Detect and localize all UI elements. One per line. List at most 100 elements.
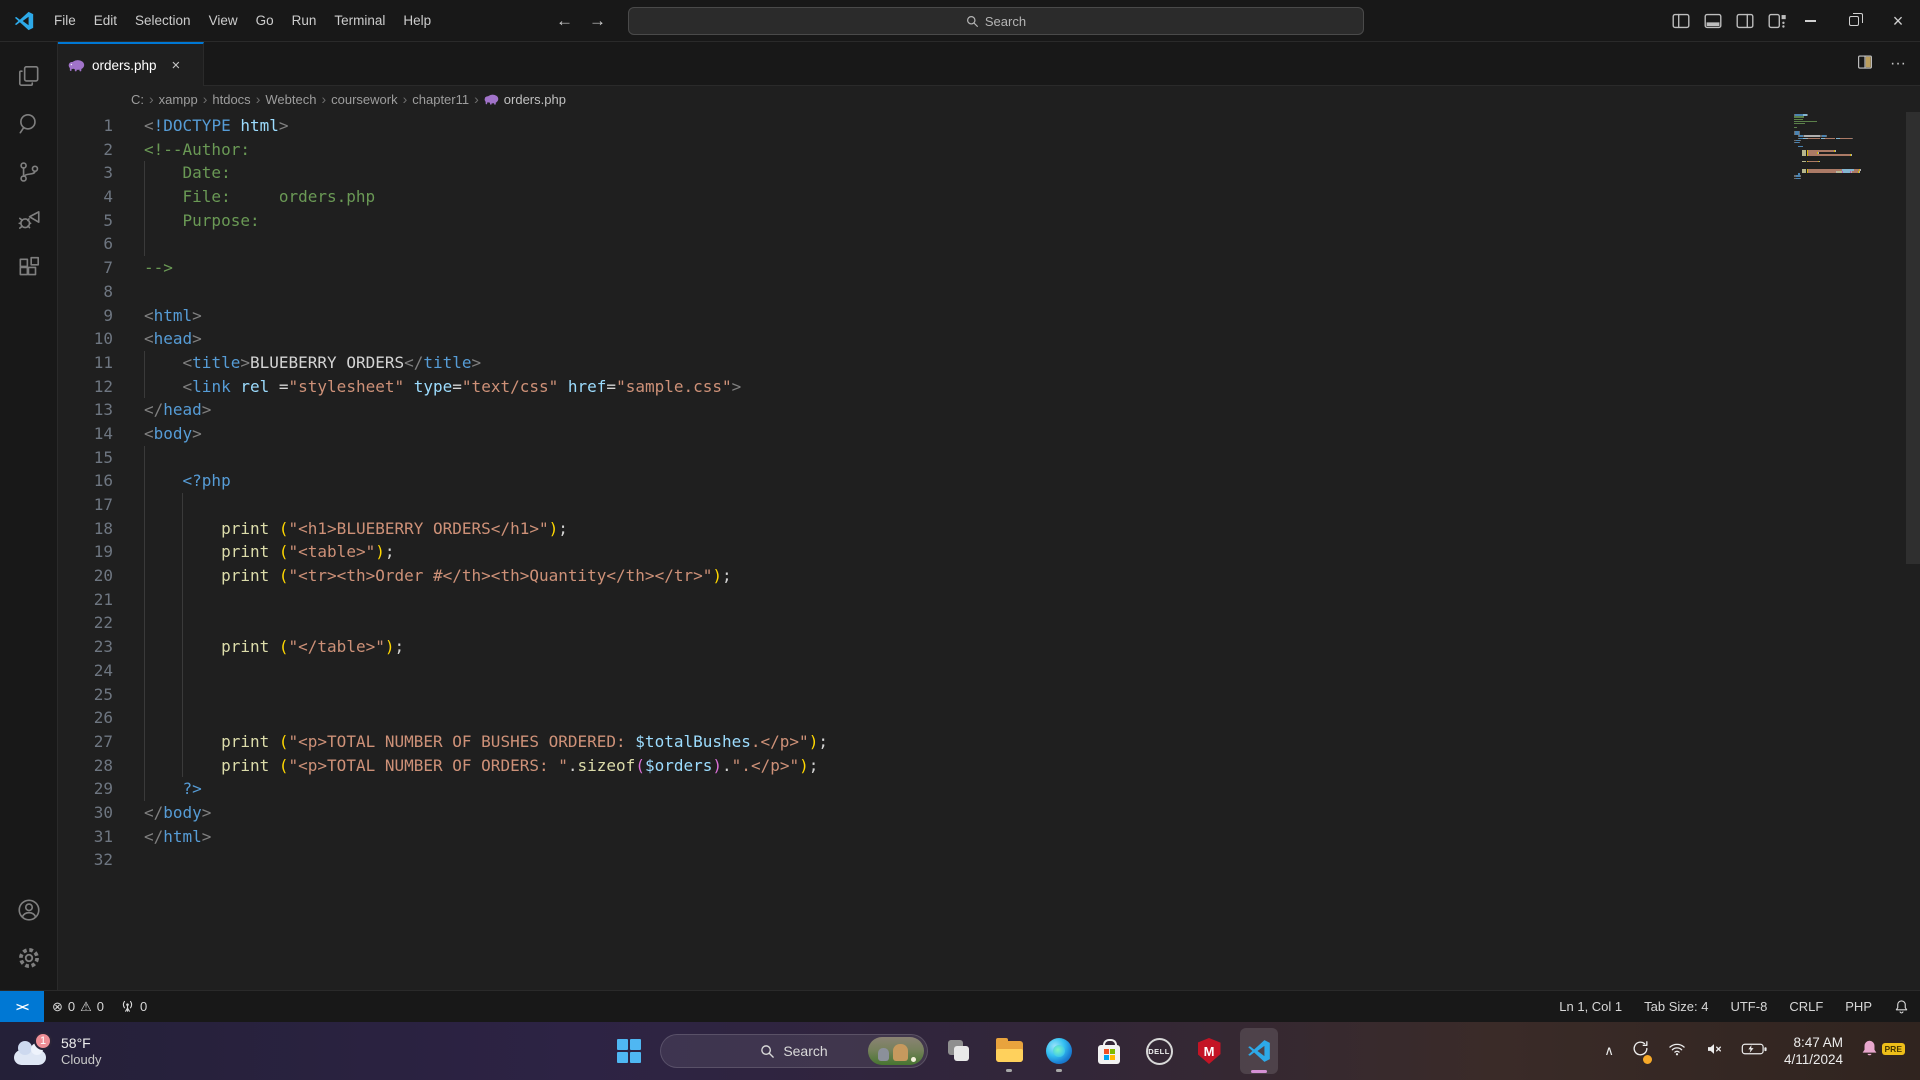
search-sidebar-icon[interactable]	[5, 100, 53, 148]
cursor-position[interactable]: Ln 1, Col 1	[1548, 991, 1633, 1022]
search-highlight-image[interactable]	[868, 1037, 924, 1065]
minimize-button[interactable]	[1788, 0, 1832, 42]
encoding-status[interactable]: UTF-8	[1719, 991, 1778, 1022]
code-line[interactable]: 26	[58, 706, 1830, 730]
code-line[interactable]: 18 print ("<h1>BLUEBERRY ORDERS</h1>");	[58, 517, 1830, 541]
code-line[interactable]: 25	[58, 683, 1830, 707]
breadcrumb-segment[interactable]: chapter11	[412, 92, 469, 107]
forward-arrow-icon[interactable]: →	[589, 11, 606, 31]
problems-status[interactable]: ⊗ 0 ⚠ 0	[44, 991, 112, 1022]
code-line[interactable]: 10<head>	[58, 327, 1830, 351]
settings-gear-icon[interactable]	[5, 934, 53, 982]
account-icon[interactable]	[5, 886, 53, 934]
vscode-taskbar-button[interactable]	[1240, 1028, 1278, 1074]
breadcrumb-segment[interactable]: htdocs	[212, 92, 250, 107]
editor-scrollbar[interactable]	[1906, 112, 1920, 564]
code-line[interactable]: 24	[58, 659, 1830, 683]
menu-edit[interactable]: Edit	[85, 0, 126, 42]
code-line[interactable]: 28 print ("<p>TOTAL NUMBER OF ORDERS: ".…	[58, 754, 1830, 778]
code-line[interactable]: 21	[58, 588, 1830, 612]
tray-chevron-up-icon[interactable]: ∧	[1604, 1043, 1614, 1059]
breadcrumb-segment[interactable]: C:	[131, 92, 144, 107]
volume-muted-icon[interactable]	[1704, 1040, 1724, 1063]
toggle-secondary-sidebar-icon[interactable]	[1734, 10, 1756, 32]
code-line[interactable]: 30</body>	[58, 801, 1830, 825]
battery-icon[interactable]	[1741, 1041, 1767, 1062]
run-debug-icon[interactable]	[5, 196, 53, 244]
minimap[interactable]	[1794, 114, 1868, 182]
menu-help[interactable]: Help	[394, 0, 440, 42]
customize-layout-icon[interactable]	[1766, 10, 1788, 32]
file-explorer-button[interactable]	[990, 1028, 1028, 1074]
start-button[interactable]	[610, 1028, 648, 1074]
close-button[interactable]: ×	[1876, 0, 1920, 42]
code-line[interactable]: 2<!--Author:	[58, 138, 1830, 162]
code-line[interactable]: 4 File: orders.php	[58, 185, 1830, 209]
menu-selection[interactable]: Selection	[126, 0, 200, 42]
remote-indicator[interactable]: ><	[0, 991, 44, 1022]
code-line[interactable]: 8	[58, 280, 1830, 304]
notifications-bell-icon[interactable]	[1883, 991, 1920, 1022]
toggle-panel-icon[interactable]	[1702, 10, 1724, 32]
task-view-button[interactable]	[940, 1028, 978, 1074]
extensions-icon[interactable]	[5, 244, 53, 292]
tab-orders-php[interactable]: orders.php ×	[58, 42, 204, 86]
code-line[interactable]: 1<!DOCTYPE html>	[58, 114, 1830, 138]
code-line[interactable]: 27 print ("<p>TOTAL NUMBER OF BUSHES ORD…	[58, 730, 1830, 754]
code-line[interactable]: 17	[58, 493, 1830, 517]
code-line[interactable]: 29 ?>	[58, 777, 1830, 801]
code-line[interactable]: 9<html>	[58, 304, 1830, 328]
breadcrumb-file[interactable]: orders.php	[484, 92, 566, 107]
eol-status[interactable]: CRLF	[1778, 991, 1834, 1022]
update-sync-icon[interactable]	[1631, 1039, 1650, 1063]
code-line[interactable]: 7-->	[58, 256, 1830, 280]
taskbar-search[interactable]: Search	[660, 1034, 928, 1068]
code-line[interactable]: 5 Purpose:	[58, 209, 1830, 233]
tab-close-icon[interactable]: ×	[172, 57, 181, 74]
mcafee-button[interactable]: M	[1190, 1028, 1228, 1074]
code-line[interactable]: 31</html>	[58, 825, 1830, 849]
code-line[interactable]: 23 print ("</table>");	[58, 635, 1830, 659]
code-line[interactable]: 3 Date:	[58, 161, 1830, 185]
menu-terminal[interactable]: Terminal	[325, 0, 394, 42]
ports-status[interactable]: 0	[112, 991, 155, 1022]
clock[interactable]: 8:47 AM 4/11/2024	[1784, 1034, 1843, 1068]
code-line[interactable]: 22	[58, 611, 1830, 635]
code-line[interactable]: 11 <title>BLUEBERRY ORDERS</title>	[58, 351, 1830, 375]
menu-go[interactable]: Go	[247, 0, 283, 42]
language-mode[interactable]: PHP	[1834, 991, 1883, 1022]
menu-file[interactable]: File	[45, 0, 85, 42]
code-line[interactable]: 16 <?php	[58, 469, 1830, 493]
wifi-icon[interactable]	[1667, 1040, 1687, 1063]
explorer-icon[interactable]	[5, 52, 53, 100]
code-line[interactable]: 12 <link rel ="stylesheet" type="text/cs…	[58, 375, 1830, 399]
dell-button[interactable]: DELL	[1140, 1028, 1178, 1074]
code-line[interactable]: 14<body>	[58, 422, 1830, 446]
microsoft-store-button[interactable]	[1090, 1028, 1128, 1074]
breadcrumb-segment[interactable]: coursework	[331, 92, 397, 107]
breadcrumb-segment[interactable]: xampp	[159, 92, 198, 107]
indentation-status[interactable]: Tab Size: 4	[1633, 991, 1719, 1022]
code-line[interactable]: 13</head>	[58, 398, 1830, 422]
toggle-sidebar-icon[interactable]	[1670, 10, 1692, 32]
menu-view[interactable]: View	[200, 0, 247, 42]
line-number: 9	[58, 304, 113, 328]
maximize-button[interactable]	[1832, 0, 1876, 42]
code-line[interactable]: 20 print ("<tr><th>Order #</th><th>Quant…	[58, 564, 1830, 588]
weather-widget[interactable]: 1 58°F Cloudy	[14, 1022, 101, 1080]
edge-button[interactable]	[1040, 1028, 1078, 1074]
code-line[interactable]: 19 print ("<table>");	[58, 540, 1830, 564]
back-arrow-icon[interactable]: ←	[556, 11, 573, 31]
line-number: 14	[58, 422, 113, 446]
split-editor-icon[interactable]	[1856, 53, 1874, 76]
breadcrumb-segment[interactable]: Webtech	[265, 92, 316, 107]
source-control-icon[interactable]	[5, 148, 53, 196]
more-actions-icon[interactable]: ···	[1890, 55, 1906, 73]
code-editor[interactable]: 1<!DOCTYPE html>2<!--Author:3 Date:4 Fil…	[58, 112, 1920, 990]
code-line[interactable]: 32	[58, 848, 1830, 872]
notification-bell-icon[interactable]	[1860, 1039, 1879, 1063]
code-line[interactable]: 6	[58, 232, 1830, 256]
command-center-search[interactable]: Search	[628, 7, 1364, 35]
menu-run[interactable]: Run	[283, 0, 326, 42]
code-line[interactable]: 15	[58, 446, 1830, 470]
